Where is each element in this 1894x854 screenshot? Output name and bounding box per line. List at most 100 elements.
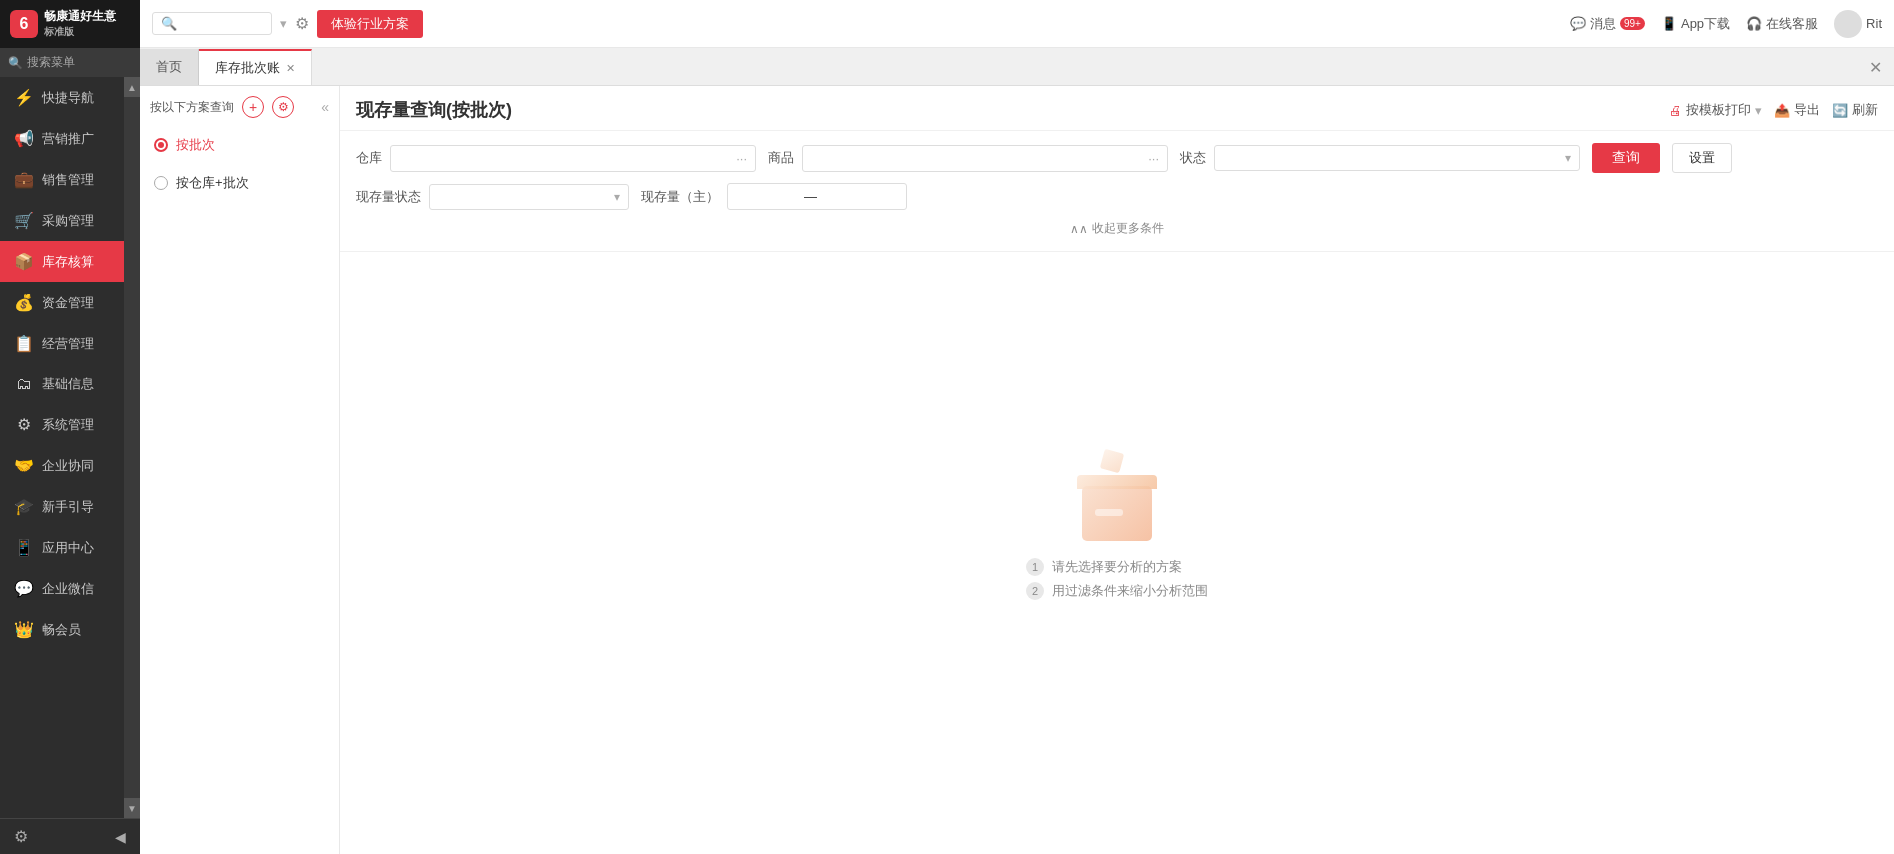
settings-icon: ⚙ (278, 100, 289, 114)
sidebar: 6 畅康通好生意 标准版 🔍 搜索菜单 ⚡ 快捷导航 📢 营销推广 💼 销售管理 (0, 0, 140, 854)
collapse-filter-btn[interactable]: « (321, 99, 329, 115)
empty-tip-1: 1 请先选择要分析的方案 (1026, 558, 1208, 576)
sidebar-item-newbie[interactable]: 🎓 新手引导 (0, 486, 124, 527)
topbar-search-icon: 🔍 (161, 16, 177, 31)
user-avatar-btn[interactable]: Rit (1834, 10, 1882, 38)
warehouse-label: 仓库 (356, 149, 382, 167)
edition-label: 标准版 (44, 25, 130, 39)
stock-qty-label: 现存量（主） (641, 188, 719, 206)
logo-icon: 6 (10, 10, 38, 38)
sidebar-item-inventory[interactable]: 📦 库存核算 (0, 241, 124, 282)
dropdown-icon[interactable]: ▾ (280, 16, 287, 31)
collapse-up-icon: ∧∧ (1070, 222, 1088, 236)
print-btn[interactable]: 🖨 按模板打印 ▾ (1669, 101, 1762, 119)
add-filter-btn[interactable]: + (242, 96, 264, 118)
sidebar-item-operations[interactable]: 📋 经营管理 (0, 323, 124, 364)
warehouse-field: 仓库 ··· (356, 145, 756, 172)
empty-tips: 1 请先选择要分析的方案 2 用过滤条件来缩小分析范围 (1026, 558, 1208, 600)
stock-status-field: 现存量状态 ▾ (356, 184, 629, 210)
goods-input-wrap[interactable]: ··· (802, 145, 1168, 172)
filter-settings-btn[interactable]: ⚙ (272, 96, 294, 118)
headset-icon: 🎧 (1746, 16, 1762, 31)
company-name: 畅康通好生意 (44, 9, 130, 25)
shortcut-icon: ⚡ (14, 88, 34, 107)
empty-state: 1 请先选择要分析的方案 2 用过滤条件来缩小分析范围 (340, 252, 1894, 854)
warehouse-input-wrap[interactable]: ··· (390, 145, 756, 172)
tip-num-2: 2 (1026, 582, 1044, 600)
content-area: 按以下方案查询 + ⚙ « 按批次 按仓库+批次 (140, 86, 1894, 854)
sidebar-item-label: 应用中心 (42, 539, 94, 557)
topbar-right: 💬 消息 99+ 📱 App下载 🎧 在线客服 Rit (1570, 10, 1882, 38)
export-btn[interactable]: 📤 导出 (1774, 101, 1820, 119)
scroll-up-btn[interactable]: ▲ (124, 77, 140, 97)
stock-qty-min-input[interactable] (736, 189, 796, 204)
sidebar-search[interactable]: 🔍 搜索菜单 (0, 48, 140, 77)
sidebar-item-marketing[interactable]: 📢 营销推广 (0, 118, 124, 159)
sidebar-item-label: 企业微信 (42, 580, 94, 598)
qty-dash: — (804, 189, 817, 204)
sidebar-item-enterprise[interactable]: 🤝 企业协同 (0, 445, 124, 486)
tab-panel-close-btn[interactable]: ✕ (1869, 57, 1882, 76)
filter-item-by-warehouse-batch[interactable]: 按仓库+批次 (140, 164, 339, 202)
sidebar-item-label: 快捷导航 (42, 89, 94, 107)
query-button[interactable]: 查询 (1592, 143, 1660, 173)
app-download-btn[interactable]: 📱 App下载 (1661, 15, 1730, 33)
messages-badge: 99+ (1620, 17, 1645, 30)
sidebar-item-sales[interactable]: 💼 销售管理 (0, 159, 124, 200)
status-label: 状态 (1180, 149, 1206, 167)
topbar-search-box[interactable]: 🔍 (152, 12, 272, 35)
print-dropdown-icon[interactable]: ▾ (1755, 103, 1762, 118)
radio-by-batch (154, 138, 168, 152)
apps-icon: 📱 (14, 538, 34, 557)
warehouse-input[interactable] (399, 151, 736, 166)
collapse-row[interactable]: ∧∧ 收起更多条件 (356, 216, 1878, 239)
search-form: 仓库 ··· 商品 ··· (340, 131, 1894, 252)
refresh-icon: 🔄 (1832, 103, 1848, 118)
sidebar-item-system[interactable]: ⚙ 系统管理 (0, 404, 124, 445)
sidebar-item-basic[interactable]: 🗂 基础信息 (0, 364, 124, 404)
status-select-wrap[interactable]: ▾ (1214, 145, 1580, 171)
sidebar-item-label: 经营管理 (42, 335, 94, 353)
stock-status-select[interactable]: ▾ (429, 184, 629, 210)
sidebar-item-member[interactable]: 👑 畅会员 (0, 609, 124, 650)
page-actions: 🖨 按模板打印 ▾ 📤 导出 🔄 刷新 (1669, 101, 1878, 119)
warehouse-dots[interactable]: ··· (736, 151, 747, 166)
print-label: 按模板打印 (1686, 101, 1751, 119)
sidebar-item-label: 新手引导 (42, 498, 94, 516)
settings-btn[interactable]: ⚙ (14, 827, 28, 846)
sidebar-item-purchase[interactable]: 🛒 采购管理 (0, 200, 124, 241)
goods-input[interactable] (811, 151, 1148, 166)
online-service-btn[interactable]: 🎧 在线客服 (1746, 15, 1818, 33)
tab-close-icon[interactable]: ✕ (286, 62, 295, 75)
messages-btn[interactable]: 💬 消息 99+ (1570, 15, 1645, 33)
user-avatar (1834, 10, 1862, 38)
sidebar-item-shortcut[interactable]: ⚡ 快捷导航 (0, 77, 124, 118)
sidebar-item-finance[interactable]: 💰 资金管理 (0, 282, 124, 323)
experience-btn[interactable]: 体验行业方案 (317, 10, 423, 38)
goods-dots[interactable]: ··· (1148, 151, 1159, 166)
collapse-label: 收起更多条件 (1092, 220, 1164, 237)
sales-icon: 💼 (14, 170, 34, 189)
collapse-sidebar-btn[interactable]: ◀ (115, 829, 126, 845)
main-panel: 现存量查询(按批次) 🖨 按模板打印 ▾ 📤 导出 🔄 刷新 (340, 86, 1894, 854)
sidebar-item-apps[interactable]: 📱 应用中心 (0, 527, 124, 568)
stock-qty-input-wrap[interactable]: — (727, 183, 907, 210)
enterprise-icon: 🤝 (14, 456, 34, 475)
export-icon: 📤 (1774, 103, 1790, 118)
sidebar-item-weixin[interactable]: 💬 企业微信 (0, 568, 124, 609)
phone-icon: 📱 (1661, 16, 1677, 31)
settings-button[interactable]: 设置 (1672, 143, 1732, 173)
sidebar-item-label: 企业协同 (42, 457, 94, 475)
operations-icon: 📋 (14, 334, 34, 353)
tip-num-1: 1 (1026, 558, 1044, 576)
stock-status-dropdown-icon: ▾ (614, 190, 620, 204)
status-dropdown-icon: ▾ (1565, 151, 1571, 165)
stock-qty-max-input[interactable] (825, 189, 885, 204)
refresh-btn[interactable]: 🔄 刷新 (1832, 101, 1878, 119)
message-icon: 💬 (1570, 16, 1586, 31)
tab-home[interactable]: 首页 (140, 49, 199, 85)
gear-icon[interactable]: ⚙ (295, 14, 309, 33)
tab-inventory-batch[interactable]: 库存批次账 ✕ (199, 49, 312, 85)
filter-item-by-batch[interactable]: 按批次 (140, 126, 339, 164)
scroll-down-btn[interactable]: ▼ (124, 798, 140, 818)
